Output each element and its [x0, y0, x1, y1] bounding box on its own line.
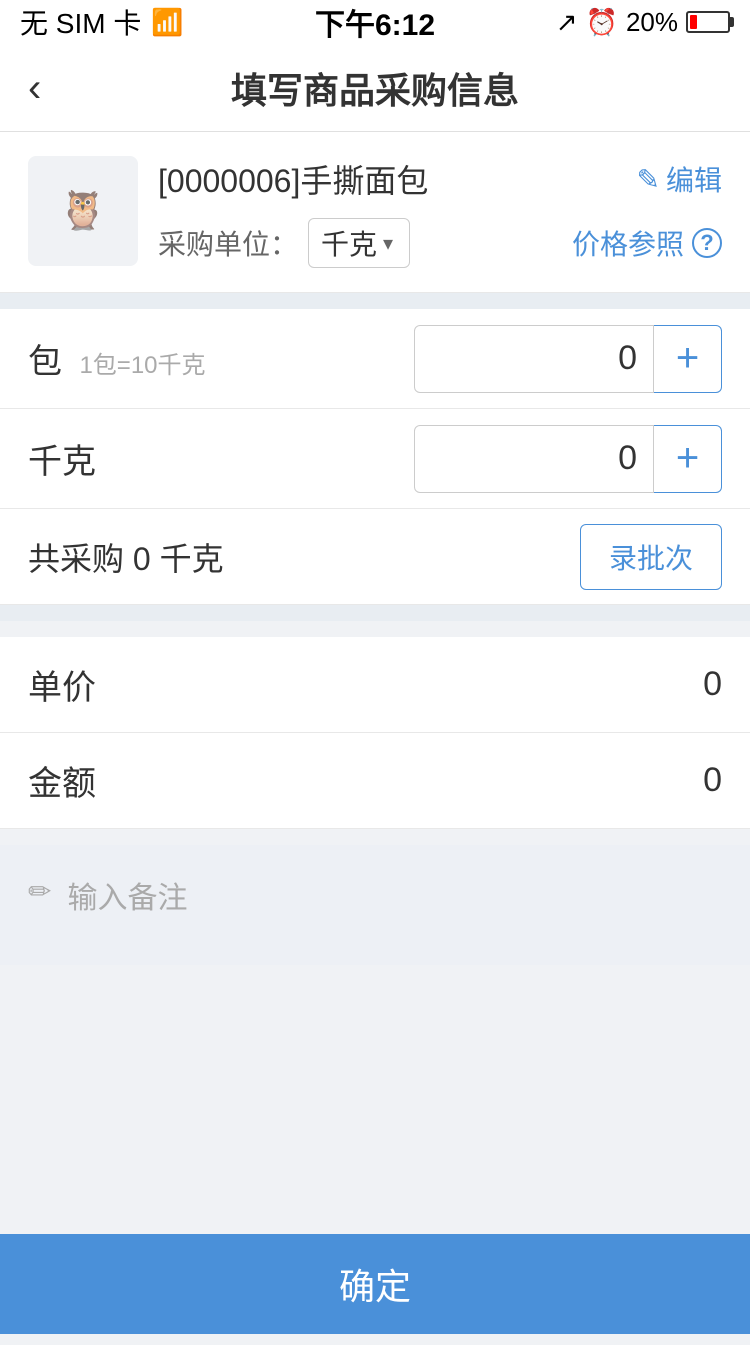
product-unit-row: 采购单位： 千克 ▾ 价格参照 ? [158, 218, 722, 268]
carrier-text: 无 SIM 卡 [20, 2, 141, 42]
confirm-button[interactable]: 确定 [0, 1234, 750, 1334]
page-title: 填写商品采购信息 [231, 62, 519, 114]
kg-input[interactable] [414, 425, 654, 493]
unit-price-label: 单价 [28, 660, 703, 709]
amount-row: 金额 0 [0, 733, 750, 829]
product-top-row: [0000006]手撕面包 ✎ 编辑 [158, 156, 722, 202]
spacer [0, 965, 750, 1245]
product-logo: 🦉 [59, 189, 106, 233]
price-ref-label: 价格参照 [572, 223, 684, 263]
product-info: [0000006]手撕面包 ✎ 编辑 采购单位： 千克 ▾ 价格参照 ? [158, 156, 722, 268]
divider-1 [0, 293, 750, 309]
kg-plus-button[interactable]: + [654, 425, 722, 493]
edit-icon: ✎ [637, 163, 660, 196]
location-icon: ↗ [556, 7, 578, 38]
confirm-label: 确定 [339, 1258, 411, 1310]
amount-value: 0 [703, 761, 722, 800]
price-ref-button[interactable]: 价格参照 ? [572, 223, 722, 263]
notes-placeholder: 输入备注 [67, 873, 187, 917]
notes-section[interactable]: ✏ 输入备注 [0, 845, 750, 965]
alarm-icon: ⏰ [586, 7, 618, 38]
unit-prefix: 采购单位： [158, 223, 298, 263]
bao-input[interactable] [414, 325, 654, 393]
status-left: 无 SIM 卡 📶 [20, 2, 184, 42]
status-bar: 无 SIM 卡 📶 下午6:12 ↗ ⏰ 20% [0, 0, 750, 44]
bao-label: 包 1包=10千克 [28, 334, 414, 383]
unit-price-value: 0 [703, 665, 722, 704]
unit-dropdown[interactable]: 千克 ▾ [308, 218, 410, 268]
batch-button[interactable]: 录批次 [580, 524, 722, 590]
status-time: 下午6:12 [315, 0, 435, 44]
product-name: [0000006]手撕面包 [158, 156, 428, 202]
nav-bar: ‹ 填写商品采购信息 [0, 44, 750, 132]
bao-plus-button[interactable]: + [654, 325, 722, 393]
summary-text: 共采购 0 千克 [28, 534, 580, 580]
help-icon: ? [692, 228, 722, 258]
battery-icon [686, 11, 730, 33]
pencil-icon: ✏ [28, 875, 51, 908]
product-card: 🦉 [0000006]手撕面包 ✎ 编辑 采购单位： 千克 ▾ [0, 132, 750, 293]
detail-section: 单价 0 金额 0 [0, 637, 750, 829]
bao-input-group: + [414, 325, 722, 393]
input-section: 包 1包=10千克 + 千克 + 共采购 0 千克 录批次 [0, 309, 750, 605]
back-button[interactable]: ‹ [28, 68, 41, 108]
bao-row: 包 1包=10千克 + [0, 309, 750, 409]
edit-button[interactable]: ✎ 编辑 [637, 159, 722, 199]
unit-label: 采购单位： 千克 ▾ [158, 218, 410, 268]
kg-input-group: + [414, 425, 722, 493]
amount-label: 金额 [28, 756, 703, 805]
wifi-icon: 📶 [151, 7, 183, 38]
divider-2 [0, 605, 750, 621]
kg-row: 千克 + [0, 409, 750, 509]
unit-value: 千克 [321, 223, 377, 263]
battery-pct: 20% [626, 7, 678, 38]
summary-row: 共采购 0 千克 录批次 [0, 509, 750, 605]
kg-label: 千克 [28, 434, 414, 483]
status-right: ↗ ⏰ 20% [556, 7, 730, 38]
unit-price-row: 单价 0 [0, 637, 750, 733]
chevron-down-icon: ▾ [383, 231, 393, 256]
edit-label: 编辑 [666, 159, 722, 199]
bao-sublabel: 1包=10千克 [79, 352, 205, 379]
product-thumbnail: 🦉 [28, 156, 138, 266]
